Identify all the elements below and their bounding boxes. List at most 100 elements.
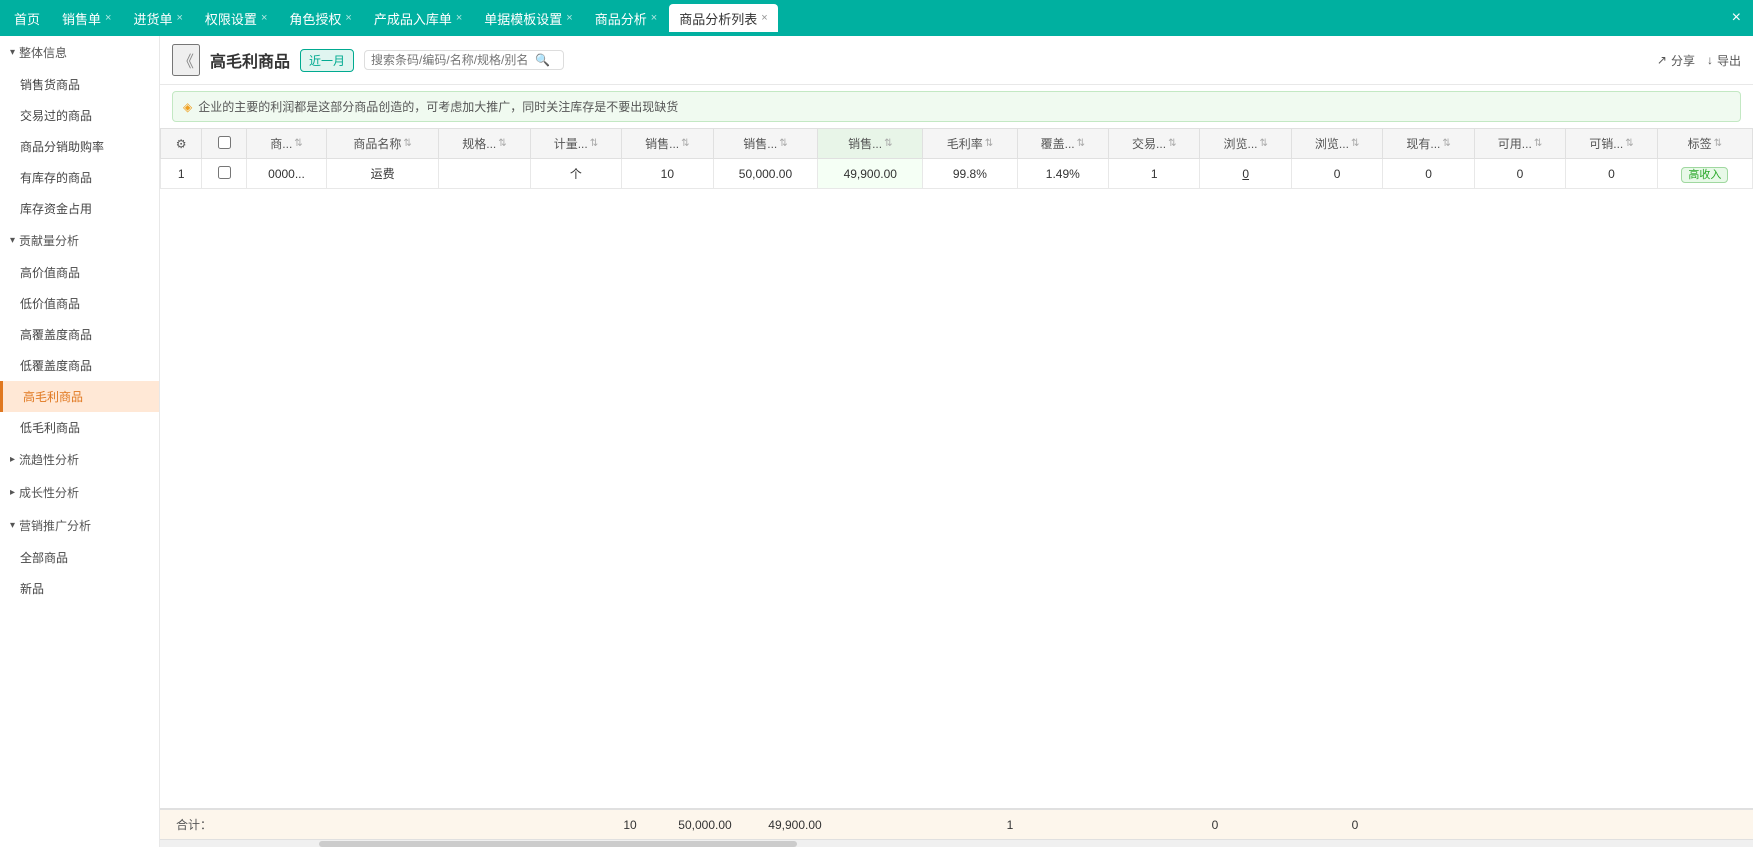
nav-tab-analysis-list[interactable]: 商品分析列表 ×	[669, 4, 777, 32]
top-nav: 首页 销售单 × 进货单 × 权限设置 × 角色授权 × 产成品入库单 × 单据…	[0, 0, 1753, 36]
info-banner: ◈ 企业的主要的利润都是这部分商品创造的，可考虑加大推广，同时关注库存是不要出现…	[172, 91, 1741, 122]
footer-totals: 合计： 10 50,000.00 49,900.00 1 0 0	[160, 808, 1753, 839]
col-header-code[interactable]: 商... ⇅	[247, 129, 327, 159]
footer-sales-profit: 49,900.00	[750, 818, 840, 832]
col-header-view1[interactable]: 浏览... ⇅	[1200, 129, 1291, 159]
col-header-sales-qty[interactable]: 销售... ⇅	[622, 129, 713, 159]
sidebar: ▾ 整体信息 销售货商品 交易过的商品 商品分销助购率 有库存的商品 库存资金占…	[0, 36, 160, 847]
export-button[interactable]: ↓ 导出	[1707, 52, 1741, 69]
sidebar-item-high-value[interactable]: 高价值商品	[0, 257, 159, 288]
window-close-button[interactable]: ×	[1724, 9, 1749, 27]
col-header-checkbox[interactable]	[202, 129, 247, 159]
sidebar-section-overall[interactable]: ▾ 整体信息	[0, 36, 159, 69]
sidebar-item-distribution-rate[interactable]: 商品分销助购率	[0, 131, 159, 162]
cell-trade: 1	[1109, 159, 1200, 189]
sort-trade-icon: ⇅	[1168, 138, 1176, 149]
nav-tab-purchase[interactable]: 进货单 ×	[123, 4, 192, 32]
scrollbar-thumb[interactable]	[319, 841, 797, 847]
info-icon: ◈	[183, 100, 192, 114]
nav-tab-roles[interactable]: 角色授权 ×	[279, 4, 361, 32]
cell-coverage: 1.49%	[1017, 159, 1108, 189]
content-header: 《 高毛利商品 近一月 🔍 ↗ 分享 ↓ 导出	[160, 36, 1753, 85]
close-sales-tab[interactable]: ×	[105, 12, 111, 24]
cell-sales-profit: 49,900.00	[818, 159, 923, 189]
col-header-unit[interactable]: 计量... ⇅	[530, 129, 621, 159]
col-header-view2[interactable]: 浏览... ⇅	[1291, 129, 1382, 159]
col-header-gross-margin[interactable]: 毛利率 ⇅	[923, 129, 1017, 159]
col-header-stock-current[interactable]: 现有... ⇅	[1383, 129, 1474, 159]
close-permissions-tab[interactable]: ×	[261, 12, 267, 24]
data-table: ⚙ 商... ⇅ 商品名称	[160, 128, 1753, 189]
nav-tab-permissions[interactable]: 权限设置 ×	[195, 4, 277, 32]
col-header-trade[interactable]: 交易... ⇅	[1109, 129, 1200, 159]
settings-icon[interactable]: ⚙	[176, 137, 187, 151]
close-analysis-tab[interactable]: ×	[651, 12, 657, 24]
cell-stock-current: 0	[1383, 159, 1474, 189]
sort-stock-sale-icon: ⇅	[1625, 138, 1633, 149]
sidebar-item-traded-goods[interactable]: 交易过的商品	[0, 100, 159, 131]
nav-tab-home[interactable]: 首页	[4, 4, 50, 32]
cell-name: 运费	[326, 159, 438, 189]
page-title: 高毛利商品	[210, 48, 290, 72]
footer-stock-current: 0	[1180, 818, 1250, 832]
sidebar-item-low-value[interactable]: 低价值商品	[0, 288, 159, 319]
main-layout: ▾ 整体信息 销售货商品 交易过的商品 商品分销助购率 有库存的商品 库存资金占…	[0, 36, 1753, 847]
col-header-tag[interactable]: 标签 ⇅	[1657, 129, 1752, 159]
footer-sales-amount: 50,000.00	[660, 818, 750, 832]
col-header-stock-sale[interactable]: 可销... ⇅	[1566, 129, 1657, 159]
sidebar-item-all-goods[interactable]: 全部商品	[0, 542, 159, 573]
select-all-checkbox[interactable]	[218, 136, 231, 149]
sidebar-item-high-margin[interactable]: 高毛利商品	[0, 381, 159, 412]
sidebar-item-in-stock-goods[interactable]: 有库存的商品	[0, 162, 159, 193]
close-analysis-list-tab[interactable]: ×	[761, 12, 767, 24]
sidebar-section-marketing[interactable]: ▾ 营销推广分析	[0, 509, 159, 542]
horizontal-scrollbar[interactable]	[160, 839, 1753, 847]
col-header-spec[interactable]: 规格... ⇅	[439, 129, 530, 159]
search-input[interactable]	[371, 53, 531, 67]
close-template-tab[interactable]: ×	[566, 12, 572, 24]
cell-view2: 0	[1291, 159, 1382, 189]
sidebar-item-new-goods[interactable]: 新品	[0, 573, 159, 604]
share-button[interactable]: ↗ 分享	[1657, 52, 1695, 69]
sort-gross-margin-icon: ⇅	[985, 138, 993, 149]
sidebar-item-sales-goods[interactable]: 销售货商品	[0, 69, 159, 100]
table-row: 1 0000... 运费 个 10 50,000.00 49,900.00 99…	[161, 159, 1753, 189]
collapse-sidebar-button[interactable]: 《	[172, 44, 200, 76]
cell-sales-amount: 50,000.00	[713, 159, 818, 189]
cell-view1[interactable]: 0	[1200, 159, 1291, 189]
footer-trade: 1	[980, 818, 1040, 832]
share-icon: ↗	[1657, 53, 1667, 67]
sort-stock-avail-icon: ⇅	[1534, 138, 1542, 149]
sort-tag-icon: ⇅	[1714, 138, 1722, 149]
sort-unit-icon: ⇅	[590, 138, 598, 149]
row-checkbox[interactable]	[218, 166, 231, 179]
cell-index: 1	[161, 159, 202, 189]
close-purchase-tab[interactable]: ×	[176, 12, 182, 24]
close-product-in-tab[interactable]: ×	[456, 12, 462, 24]
sidebar-section-trend[interactable]: ▸ 流趋性分析	[0, 443, 159, 476]
col-header-stock-avail[interactable]: 可用... ⇅	[1474, 129, 1565, 159]
sidebar-section-contribution[interactable]: ▾ 贡献量分析	[0, 224, 159, 257]
search-icon[interactable]: 🔍	[535, 53, 550, 67]
sidebar-section-growth[interactable]: ▸ 成长性分析	[0, 476, 159, 509]
col-header-sales-amount[interactable]: 销售... ⇅	[713, 129, 818, 159]
col-header-name[interactable]: 商品名称 ⇅	[326, 129, 438, 159]
col-header-coverage[interactable]: 覆盖... ⇅	[1017, 129, 1108, 159]
sidebar-item-low-margin[interactable]: 低毛利商品	[0, 412, 159, 443]
nav-tab-sales[interactable]: 销售单 ×	[52, 4, 121, 32]
sidebar-item-high-coverage[interactable]: 高覆盖度商品	[0, 319, 159, 350]
col-header-settings[interactable]: ⚙	[161, 129, 202, 159]
cell-spec	[439, 159, 530, 189]
close-roles-tab[interactable]: ×	[345, 12, 351, 24]
sort-spec-icon: ⇅	[498, 138, 506, 149]
nav-tab-template[interactable]: 单据模板设置 ×	[474, 4, 582, 32]
sort-sales-profit-icon: ⇅	[884, 138, 892, 149]
nav-tab-product-in[interactable]: 产成品入库单 ×	[364, 4, 472, 32]
period-button[interactable]: 近一月	[300, 49, 354, 72]
sidebar-item-stock-fund[interactable]: 库存资金占用	[0, 193, 159, 224]
cell-checkbox[interactable]	[202, 159, 247, 189]
sidebar-item-low-coverage[interactable]: 低覆盖度商品	[0, 350, 159, 381]
nav-tab-analysis[interactable]: 商品分析 ×	[585, 4, 667, 32]
sort-name-icon: ⇅	[403, 138, 411, 149]
col-header-sales-profit[interactable]: 销售... ⇅	[818, 129, 923, 159]
